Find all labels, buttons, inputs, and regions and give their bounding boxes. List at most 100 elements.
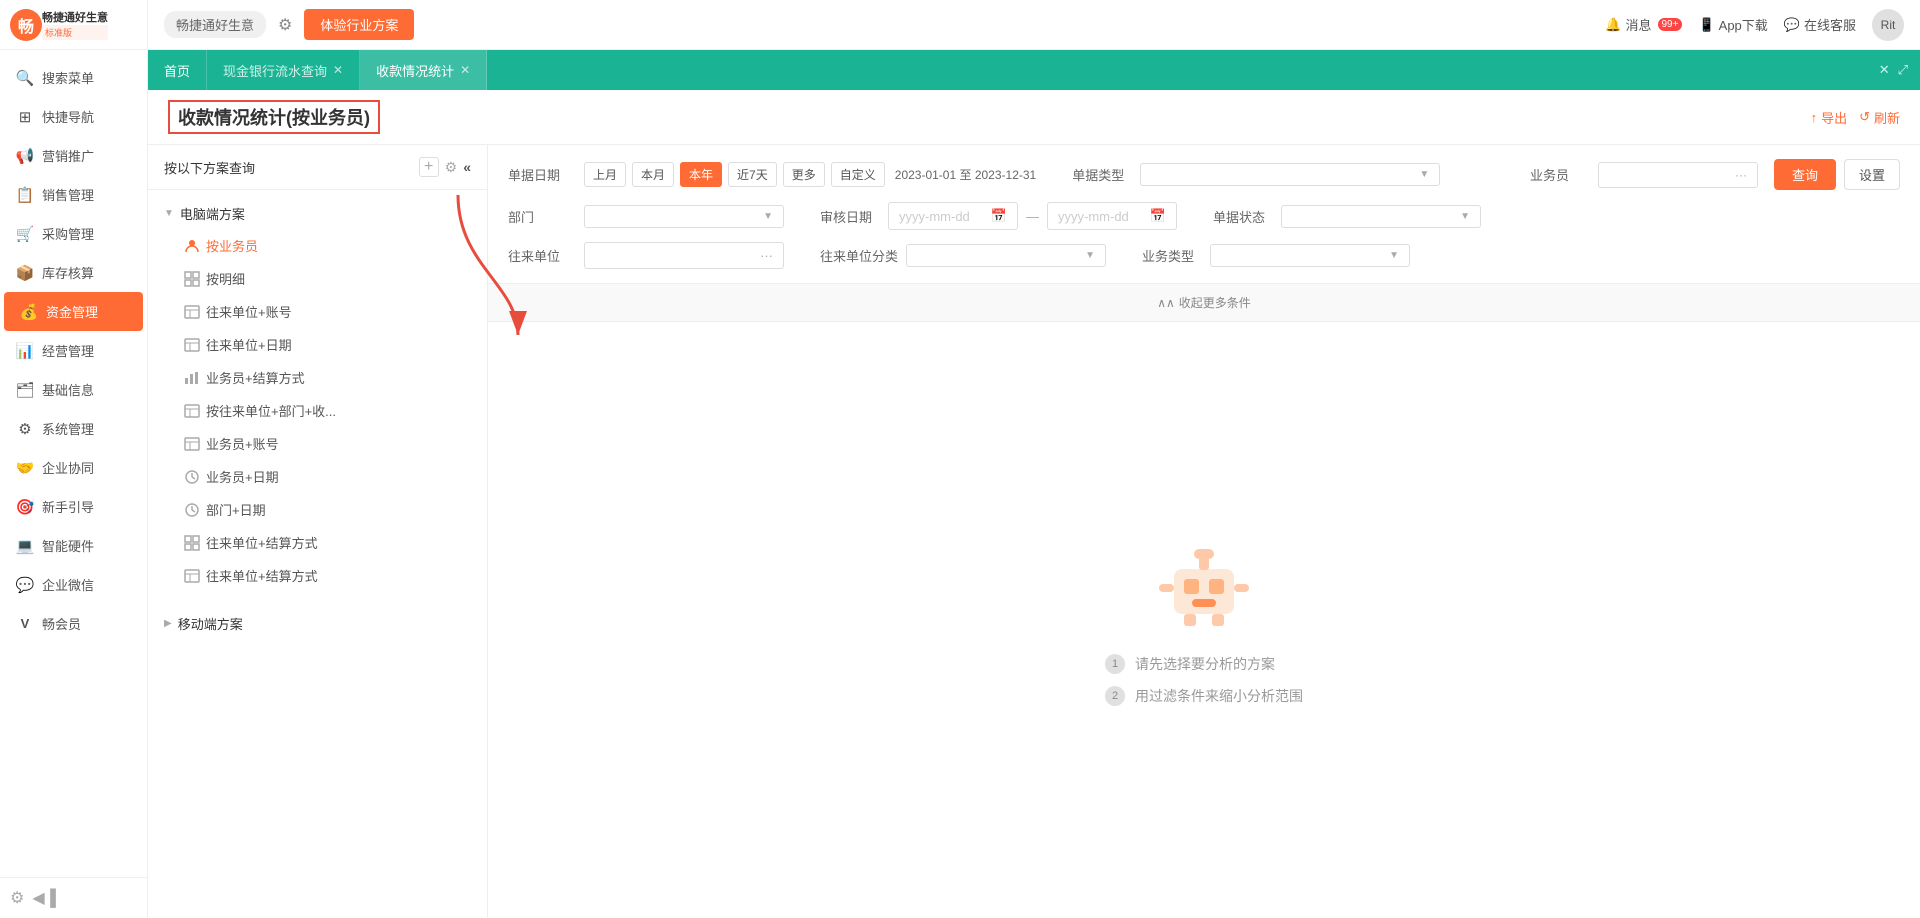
- sidebar-item-inventory[interactable]: 📦 库存核算: [0, 253, 147, 292]
- app-download-button[interactable]: 📱 App下载: [1698, 15, 1767, 34]
- collapse-bar-text: ∧∧ 收起更多条件: [1157, 294, 1251, 311]
- page-header-actions: ↑ 导出 ↺ 刷新: [1811, 108, 1900, 127]
- refresh-icon: ↺: [1859, 109, 1870, 125]
- guide-icon: 🎯: [16, 498, 34, 516]
- filter-actions: 查询 设置: [1774, 159, 1900, 190]
- counterpart-input[interactable]: ···: [584, 242, 784, 269]
- search-icon: 🔍: [16, 69, 34, 87]
- quicknav-icon: ⊞: [16, 108, 34, 126]
- table2-icon: [184, 568, 200, 584]
- doc-status-label: 单据状态: [1213, 207, 1273, 226]
- panel-header-actions: + ⚙ «: [419, 157, 471, 177]
- sidebar-item-hardware[interactable]: 💻 智能硬件: [0, 526, 147, 565]
- mobile-section-header[interactable]: ▶ 移动端方案: [148, 608, 487, 639]
- sidebar-item-finance[interactable]: 💰 资金管理: [4, 292, 143, 331]
- tab-close-all-icon[interactable]: ✕: [1879, 62, 1890, 78]
- tree-item-unit-settlement2[interactable]: 往来单位+结算方式: [148, 559, 487, 592]
- btn-custom[interactable]: 自定义: [831, 162, 885, 187]
- filter-row-3: 往来单位 ··· 往来单位分类 ▼ 业务类型: [508, 242, 1900, 269]
- salesperson-account-icon: [184, 436, 200, 452]
- btn-last-month[interactable]: 上月: [584, 162, 626, 187]
- tab-bank-close[interactable]: ✕: [333, 63, 343, 77]
- sidebar-item-enterprise[interactable]: 🤝 企业协同: [0, 448, 147, 487]
- panel-settings-icon[interactable]: ⚙: [445, 159, 458, 176]
- dept-label: 部门: [508, 207, 568, 226]
- tree-item-unit-date[interactable]: 往来单位+日期: [148, 328, 487, 361]
- panel-add-icon[interactable]: +: [419, 157, 439, 177]
- sidebar-item-business[interactable]: 📊 经营管理: [0, 331, 147, 370]
- tabbar: 首页 现金银行流水查询 ✕ 收款情况统计 ✕ ✕ ⤢: [148, 50, 1920, 90]
- counterpart-more-icon[interactable]: ···: [760, 248, 773, 263]
- tree-item-unit-account[interactable]: 往来单位+账号: [148, 295, 487, 328]
- btn-last-7days[interactable]: 近7天: [728, 162, 777, 187]
- sidebar-item-wechat[interactable]: 💬 企业微信: [0, 565, 147, 604]
- sidebar-item-system[interactable]: ⚙ 系统管理: [0, 409, 147, 448]
- salesperson-more[interactable]: ···: [1735, 168, 1747, 182]
- counterpart-category-select[interactable]: ▼: [906, 244, 1106, 267]
- audit-date-end-input[interactable]: yyyy-mm-dd 📅: [1047, 202, 1177, 230]
- tree-item-salesperson-settlement[interactable]: 业务员+结算方式: [148, 361, 487, 394]
- collapse-bar[interactable]: ∧∧ 收起更多条件: [488, 284, 1920, 322]
- btn-this-year[interactable]: 本年: [680, 162, 722, 187]
- inventory-icon: 📦: [16, 264, 34, 282]
- content-area: 按以下方案查询 + ⚙ « ▼ 电脑端方案 按业务员: [148, 145, 1920, 918]
- tree-item-by-salesperson[interactable]: 按业务员: [148, 229, 487, 262]
- salesperson-filter-label: 业务员: [1530, 165, 1590, 184]
- tabbar-actions: ✕ ⤢: [1879, 50, 1920, 90]
- doc-status-select[interactable]: ▼: [1281, 205, 1481, 228]
- doc-status-group: 单据状态 ▼: [1213, 205, 1481, 228]
- desktop-toggle: ▼: [164, 208, 174, 219]
- tree-item-salesperson-date[interactable]: 业务员+日期: [148, 460, 487, 493]
- tree-item-by-detail[interactable]: 按明细: [148, 262, 487, 295]
- tab-collection[interactable]: 收款情况统计 ✕: [360, 50, 487, 90]
- solution-button[interactable]: 体验行业方案: [304, 9, 414, 40]
- salesperson-input[interactable]: ···: [1598, 162, 1758, 188]
- panel-collapse-icon[interactable]: «: [463, 159, 471, 175]
- query-button[interactable]: 查询: [1774, 159, 1836, 190]
- export-button[interactable]: ↑ 导出: [1811, 108, 1848, 127]
- doc-type-select[interactable]: ▼: [1140, 163, 1440, 186]
- btn-more[interactable]: 更多: [783, 162, 825, 187]
- tab-collection-close[interactable]: ✕: [460, 63, 470, 77]
- sidebar-item-basic[interactable]: 🗂 基础信息: [0, 370, 147, 409]
- settings-button[interactable]: 设置: [1844, 159, 1900, 190]
- doc-type-label: 单据类型: [1072, 165, 1132, 184]
- counterpart-label: 往来单位: [508, 246, 568, 265]
- filter-area: 单据日期 上月 本月 本年 近7天 更多 自定义 2023-01-01 至 20…: [488, 145, 1920, 284]
- date-button-group: 上月 本月 本年 近7天 更多 自定义 2023-01-01 至 2023-12…: [584, 162, 1036, 187]
- hardware-icon: 💻: [16, 537, 34, 555]
- notification-button[interactable]: 🔔 消息 99+: [1605, 15, 1682, 34]
- tree-item-dept-date[interactable]: 部门+日期: [148, 493, 487, 526]
- sidebar-item-quicknav[interactable]: ⊞ 快捷导航: [0, 97, 147, 136]
- tab-home[interactable]: 首页: [148, 50, 207, 90]
- settings-bottom-icon[interactable]: ⚙: [10, 888, 24, 908]
- user-avatar[interactable]: Rit: [1872, 9, 1904, 41]
- tab-expand-icon[interactable]: ⤢: [1898, 62, 1908, 78]
- tab-bank[interactable]: 现金银行流水查询 ✕: [207, 50, 360, 90]
- sidebar-item-sales[interactable]: 📋 销售管理: [0, 175, 147, 214]
- tree-item-unit-settlement1[interactable]: 往来单位+结算方式: [148, 526, 487, 559]
- dept-select[interactable]: ▼: [584, 205, 784, 228]
- topbar-settings-icon[interactable]: ⚙: [278, 15, 292, 35]
- tree-item-salesperson-account[interactable]: 业务员+账号: [148, 427, 487, 460]
- sidebar-item-marketing[interactable]: 📢 营销推广: [0, 136, 147, 175]
- step-1-num: 1: [1105, 654, 1125, 674]
- dept-date-icon: [184, 502, 200, 518]
- tree-item-unit-dept-collection[interactable]: 按往来单位+部门+收...: [148, 394, 487, 427]
- sidebar-item-member[interactable]: V 畅会员: [0, 604, 147, 643]
- business-type-group: 业务类型 ▼: [1142, 244, 1410, 267]
- sidebar-item-guide[interactable]: 🎯 新手引导: [0, 487, 147, 526]
- audit-date-start-input[interactable]: yyyy-mm-dd 📅: [888, 202, 1018, 230]
- sidebar-item-search[interactable]: 🔍 搜索菜单: [0, 58, 147, 97]
- btn-this-month[interactable]: 本月: [632, 162, 674, 187]
- step-2-num: 2: [1105, 686, 1125, 706]
- collapse-sidebar-icon[interactable]: ◀▐: [32, 888, 56, 908]
- online-service-button[interactable]: 💬 在线客服: [1784, 15, 1856, 34]
- sidebar-item-purchase[interactable]: 🛒 采购管理: [0, 214, 147, 253]
- business-type-select[interactable]: ▼: [1210, 244, 1410, 267]
- salesperson-icon: [184, 238, 200, 254]
- desktop-section-header[interactable]: ▼ 电脑端方案: [148, 198, 487, 229]
- refresh-button[interactable]: ↺ 刷新: [1859, 108, 1900, 127]
- doc-status-arrow: ▼: [1460, 211, 1470, 222]
- basic-icon: 🗂: [16, 381, 34, 399]
